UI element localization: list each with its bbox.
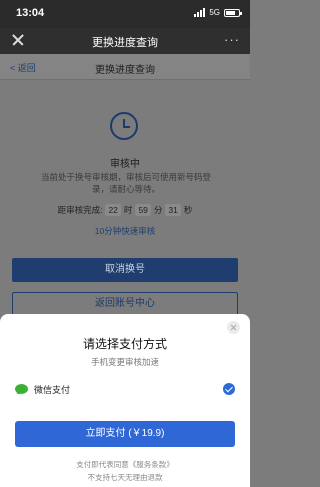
pay-now-button[interactable]: 立即支付 (￥19.9) bbox=[15, 421, 235, 447]
no-refund-note: 不支持七天无理由退款 bbox=[87, 473, 163, 482]
cancel-change-button[interactable]: 取消换号 bbox=[12, 258, 238, 282]
page-header: < 返回 更换进度查询 bbox=[0, 54, 250, 80]
status-indicators: 5G bbox=[194, 8, 242, 17]
countdown-label: 距审核完成: bbox=[57, 205, 103, 215]
countdown: 距审核完成: 22 时 59 分 31 秒 bbox=[0, 204, 250, 216]
seconds-unit: 秒 bbox=[183, 205, 193, 215]
payment-sheet: 请选择支付方式 手机变更审核加速 微信支付 立即支付 (￥19.9) 支付即代表… bbox=[0, 314, 250, 487]
return-account-center-button[interactable]: 返回账号中心 bbox=[12, 292, 238, 316]
status-bar: 13:04 5G bbox=[0, 0, 250, 28]
battery-icon bbox=[224, 8, 242, 17]
signal-icon bbox=[194, 8, 206, 17]
minutes-unit: 分 bbox=[153, 205, 163, 215]
title-bar: 更换进度查询 ··· bbox=[0, 28, 250, 54]
wechat-icon bbox=[15, 384, 28, 394]
close-sheet-icon[interactable] bbox=[227, 321, 240, 334]
page-title: 更换进度查询 bbox=[95, 65, 155, 76]
more-icon[interactable]: ··· bbox=[224, 32, 240, 47]
sheet-subtitle: 手机变更审核加速 bbox=[90, 357, 159, 367]
countdown-hours: 22 bbox=[105, 204, 121, 216]
hours-unit: 时 bbox=[123, 205, 133, 215]
countdown-minutes: 59 bbox=[135, 204, 151, 216]
checkmark-icon[interactable] bbox=[223, 383, 235, 395]
countdown-seconds: 31 bbox=[165, 204, 181, 216]
status-time: 13:04 bbox=[16, 7, 45, 19]
wechat-pay-option[interactable]: 微信支付 bbox=[15, 382, 235, 398]
payment-method-label: 微信支付 bbox=[34, 385, 71, 395]
terms-link[interactable]: 支付即代表同意《服务条款》 bbox=[0, 459, 250, 470]
sheet-title: 请选择支付方式 bbox=[82, 337, 167, 351]
network-type: 5G bbox=[209, 8, 220, 17]
fast-review-link[interactable]: 10分钟快速审核 bbox=[0, 225, 250, 237]
review-description: 当前处于换号审核期，审核后可使用新号码登录，请耐心等待。 bbox=[40, 172, 211, 194]
clock-icon bbox=[110, 112, 138, 140]
window-title: 更换进度查询 bbox=[92, 37, 158, 49]
review-status: 审核中 bbox=[110, 159, 140, 170]
